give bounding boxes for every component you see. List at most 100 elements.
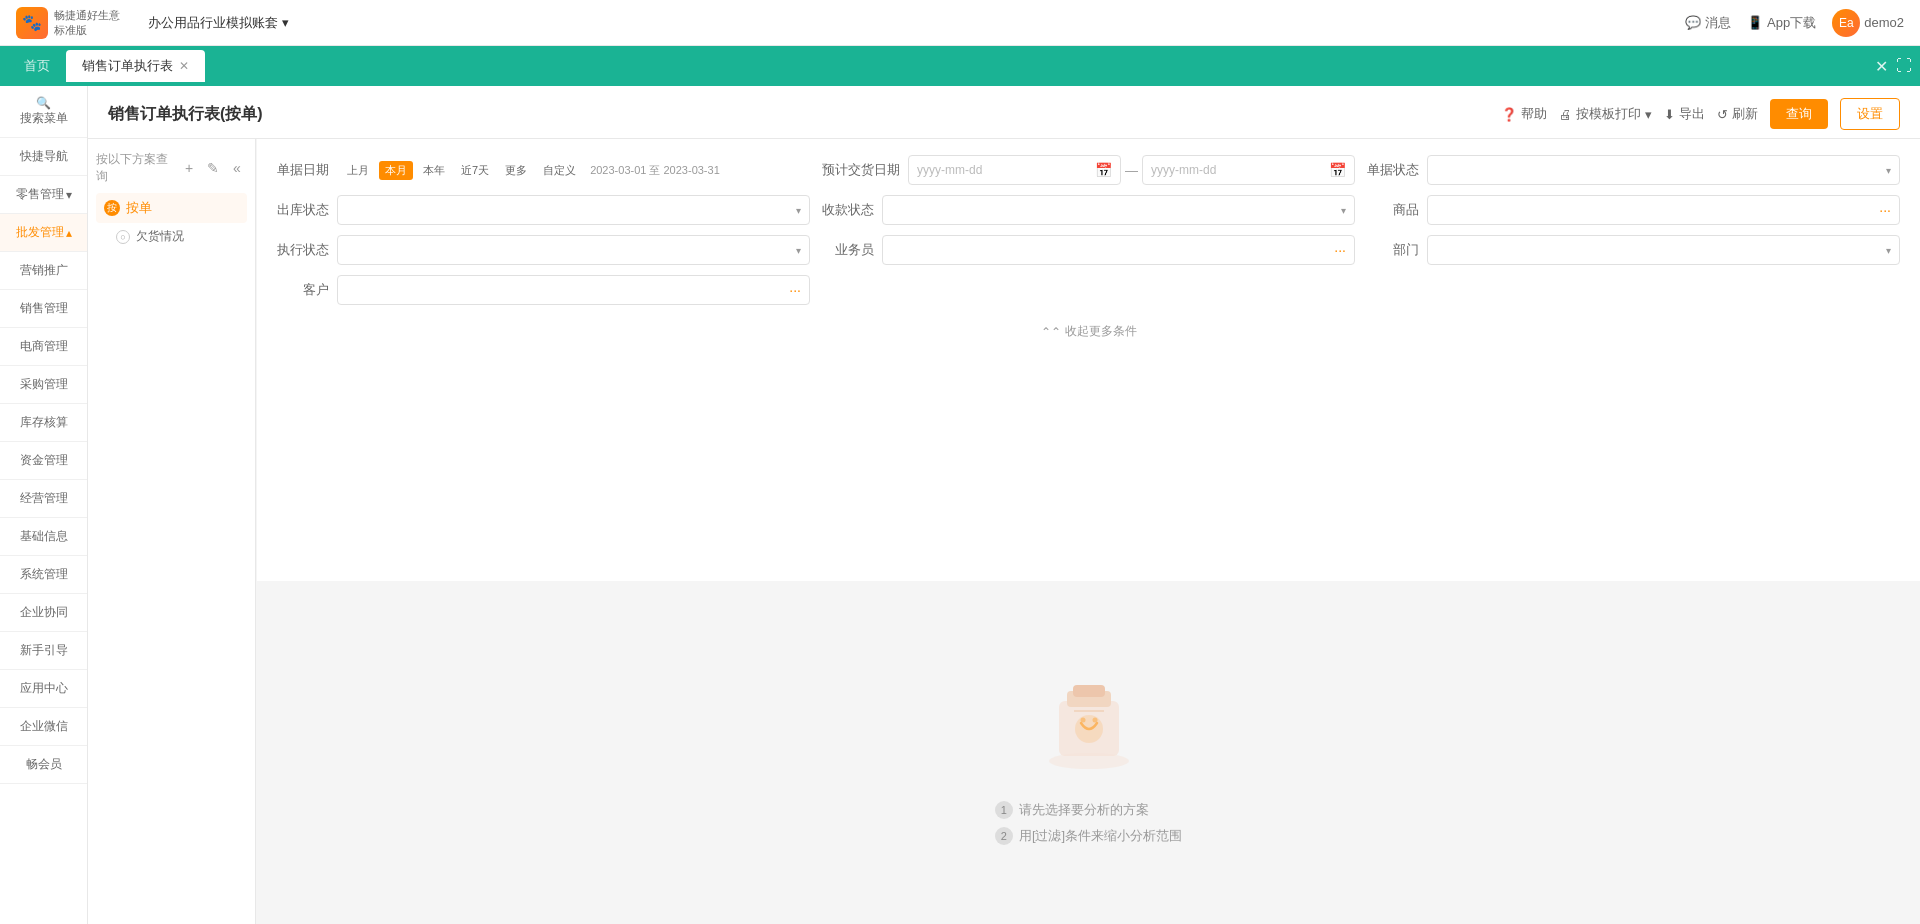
sidebar-item-wholesale[interactable]: 批发管理 ▴	[0, 214, 87, 252]
sub-item-欠货情况[interactable]: ○ 欠货情况	[96, 223, 247, 250]
export-btn[interactable]: ⬇ 导出	[1664, 105, 1705, 123]
sidebar-item-marketing[interactable]: 营销推广	[0, 252, 87, 290]
right-main: 单据日期 上月 本月 本年 近7天 更多 自定义 20	[257, 139, 1920, 924]
salesperson-dots-icon: ···	[1334, 242, 1346, 258]
export-icon: ⬇	[1664, 107, 1675, 122]
order-status-select[interactable]: ▾	[1427, 155, 1900, 185]
chevron-down-icon: ▾	[282, 15, 289, 30]
sidebar-item-apps[interactable]: 应用中心	[0, 670, 87, 708]
chevron-down-icon: ▾	[66, 188, 72, 202]
enterprise-label: 企业协同	[20, 605, 68, 619]
close-tab-icon[interactable]: ✕	[179, 59, 189, 73]
sidebar-item-newbie[interactable]: 新手引导	[0, 632, 87, 670]
content-split: 按以下方案查询 + ✎ « 按	[88, 139, 1920, 924]
exec-status-select[interactable]: ▾	[337, 235, 810, 265]
message-label: 消息	[1705, 14, 1731, 32]
refresh-icon: ↺	[1717, 107, 1728, 122]
prev-month-btn[interactable]: 上月	[341, 161, 375, 180]
export-label: 导出	[1679, 105, 1705, 123]
query-btn[interactable]: 查询	[1770, 99, 1828, 129]
chevron-down-icon: ▾	[1886, 245, 1891, 256]
collapse-more-btn[interactable]: ⌃⌃ 收起更多条件	[277, 315, 1900, 348]
app-download-btn[interactable]: 📱 App下载	[1747, 14, 1816, 32]
user-name: demo2	[1864, 15, 1904, 30]
goods-cell: 商品 ···	[1367, 195, 1900, 225]
cur-month-btn[interactable]: 本月	[379, 161, 413, 180]
add-icon: +	[185, 160, 193, 176]
department-select[interactable]: ▾	[1427, 235, 1900, 265]
collapse-panel-btn[interactable]: «	[227, 158, 247, 178]
sidebar-item-wechat[interactable]: 企业微信	[0, 708, 87, 746]
order-status-cell: 单据状态 ▾	[1367, 155, 1900, 185]
sidebar: 🔍 搜索菜单 快捷导航 零售管理 ▾ 批发管理 ▴ 营销推广 销售管理 电商管理…	[0, 86, 88, 924]
sidebar-item-system[interactable]: 系统管理	[0, 556, 87, 594]
ship-status-cell: 出库状态 ▾	[277, 195, 810, 225]
close-window-icon[interactable]: ✕	[1875, 57, 1888, 76]
system-selector[interactable]: 办公用品行业模拟账套 ▾	[148, 14, 289, 32]
sidebar-item-enterprise[interactable]: 企业协同	[0, 594, 87, 632]
sidebar-item-inventory[interactable]: 库存核算	[0, 404, 87, 442]
members-label: 畅会员	[26, 757, 62, 771]
plan-item-按单[interactable]: 按 按单	[96, 193, 247, 223]
customer-input[interactable]: ···	[337, 275, 810, 305]
edit-plan-btn[interactable]: ✎	[203, 158, 223, 178]
help-btn[interactable]: ❓ 帮助	[1501, 105, 1547, 123]
custom-btn[interactable]: 自定义	[537, 161, 582, 180]
goods-input[interactable]: ···	[1427, 195, 1900, 225]
chevron-down-icon: ▾	[1645, 107, 1652, 122]
salesperson-input[interactable]: ···	[882, 235, 1355, 265]
expected-date-label: 预计交货日期	[822, 161, 900, 179]
user-profile[interactable]: Ea demo2	[1832, 9, 1904, 37]
expected-date-end[interactable]: yyyy-mm-dd 📅	[1142, 155, 1355, 185]
exec-status-cell: 执行状态 ▾	[277, 235, 810, 265]
filter-row-3: 执行状态 ▾ 业务员 ···	[277, 235, 1900, 265]
header-right: 💬 消息 📱 App下载 Ea demo2	[1685, 9, 1904, 37]
page-header: 销售订单执行表(按单) ❓ 帮助 🖨 按模板打印 ▾ ⬇ 导出 ↺ 刷新	[88, 86, 1920, 139]
sidebar-quicknav[interactable]: 快捷导航	[0, 138, 87, 176]
customer-dots-icon: ···	[789, 282, 801, 298]
message-btn[interactable]: 💬 消息	[1685, 14, 1731, 32]
sidebar-search[interactable]: 🔍 搜索菜单	[0, 86, 87, 138]
sidebar-item-sales[interactable]: 销售管理	[0, 290, 87, 328]
sidebar-item-ecommerce[interactable]: 电商管理	[0, 328, 87, 366]
wechat-label: 企业微信	[20, 719, 68, 733]
plan-label: 按单	[126, 199, 152, 217]
chevron-up-icon: ▴	[66, 226, 72, 240]
search-label: 搜索菜单	[4, 110, 83, 127]
empty-state: 1 请先选择要分析的方案 2 用[过滤]条件来缩小分析范围	[257, 581, 1920, 924]
tab-home[interactable]: 首页	[8, 50, 66, 82]
chevron-down-icon: ▾	[796, 205, 801, 216]
print-btn[interactable]: 🖨 按模板打印 ▾	[1559, 105, 1652, 123]
sidebar-item-members[interactable]: 畅会员	[0, 746, 87, 784]
svg-point-6	[1092, 718, 1097, 723]
help-icon: ❓	[1501, 107, 1517, 122]
cur-year-btn[interactable]: 本年	[417, 161, 451, 180]
sidebar-item-retail[interactable]: 零售管理 ▾	[0, 176, 87, 214]
date-shortcuts: 上月 本月 本年 近7天 更多 自定义	[341, 161, 582, 180]
salesperson-cell: 业务员 ···	[822, 235, 1355, 265]
more-btn[interactable]: 更多	[499, 161, 533, 180]
customer-label: 客户	[277, 281, 329, 299]
inventory-label: 库存核算	[20, 415, 68, 429]
sidebar-item-finance[interactable]: 资金管理	[0, 442, 87, 480]
tab-bar-right: ✕ ⛶	[1875, 57, 1912, 76]
expected-date-start[interactable]: yyyy-mm-dd 📅	[908, 155, 1121, 185]
hint-1: 1 请先选择要分析的方案	[995, 801, 1182, 819]
week-btn[interactable]: 近7天	[455, 161, 495, 180]
ship-status-select[interactable]: ▾	[337, 195, 810, 225]
expected-date-range: yyyy-mm-dd 📅 — yyyy-mm-dd 📅	[908, 155, 1355, 185]
tab-sales-order-exec[interactable]: 销售订单执行表 ✕	[66, 50, 205, 82]
ecommerce-label: 电商管理	[20, 339, 68, 353]
hint-num-2: 2	[995, 827, 1013, 845]
logo-line1: 畅捷通好生意	[54, 8, 120, 22]
add-plan-btn[interactable]: +	[179, 158, 199, 178]
refresh-btn[interactable]: ↺ 刷新	[1717, 105, 1758, 123]
maximize-icon[interactable]: ⛶	[1896, 57, 1912, 75]
goods-dots-icon: ···	[1879, 202, 1891, 218]
settings-btn[interactable]: 设置	[1840, 98, 1900, 130]
sidebar-item-purchase[interactable]: 采购管理	[0, 366, 87, 404]
print-icon: 🖨	[1559, 107, 1572, 122]
sidebar-item-basic[interactable]: 基础信息	[0, 518, 87, 556]
sidebar-item-operation[interactable]: 经营管理	[0, 480, 87, 518]
receipt-status-select[interactable]: ▾	[882, 195, 1355, 225]
